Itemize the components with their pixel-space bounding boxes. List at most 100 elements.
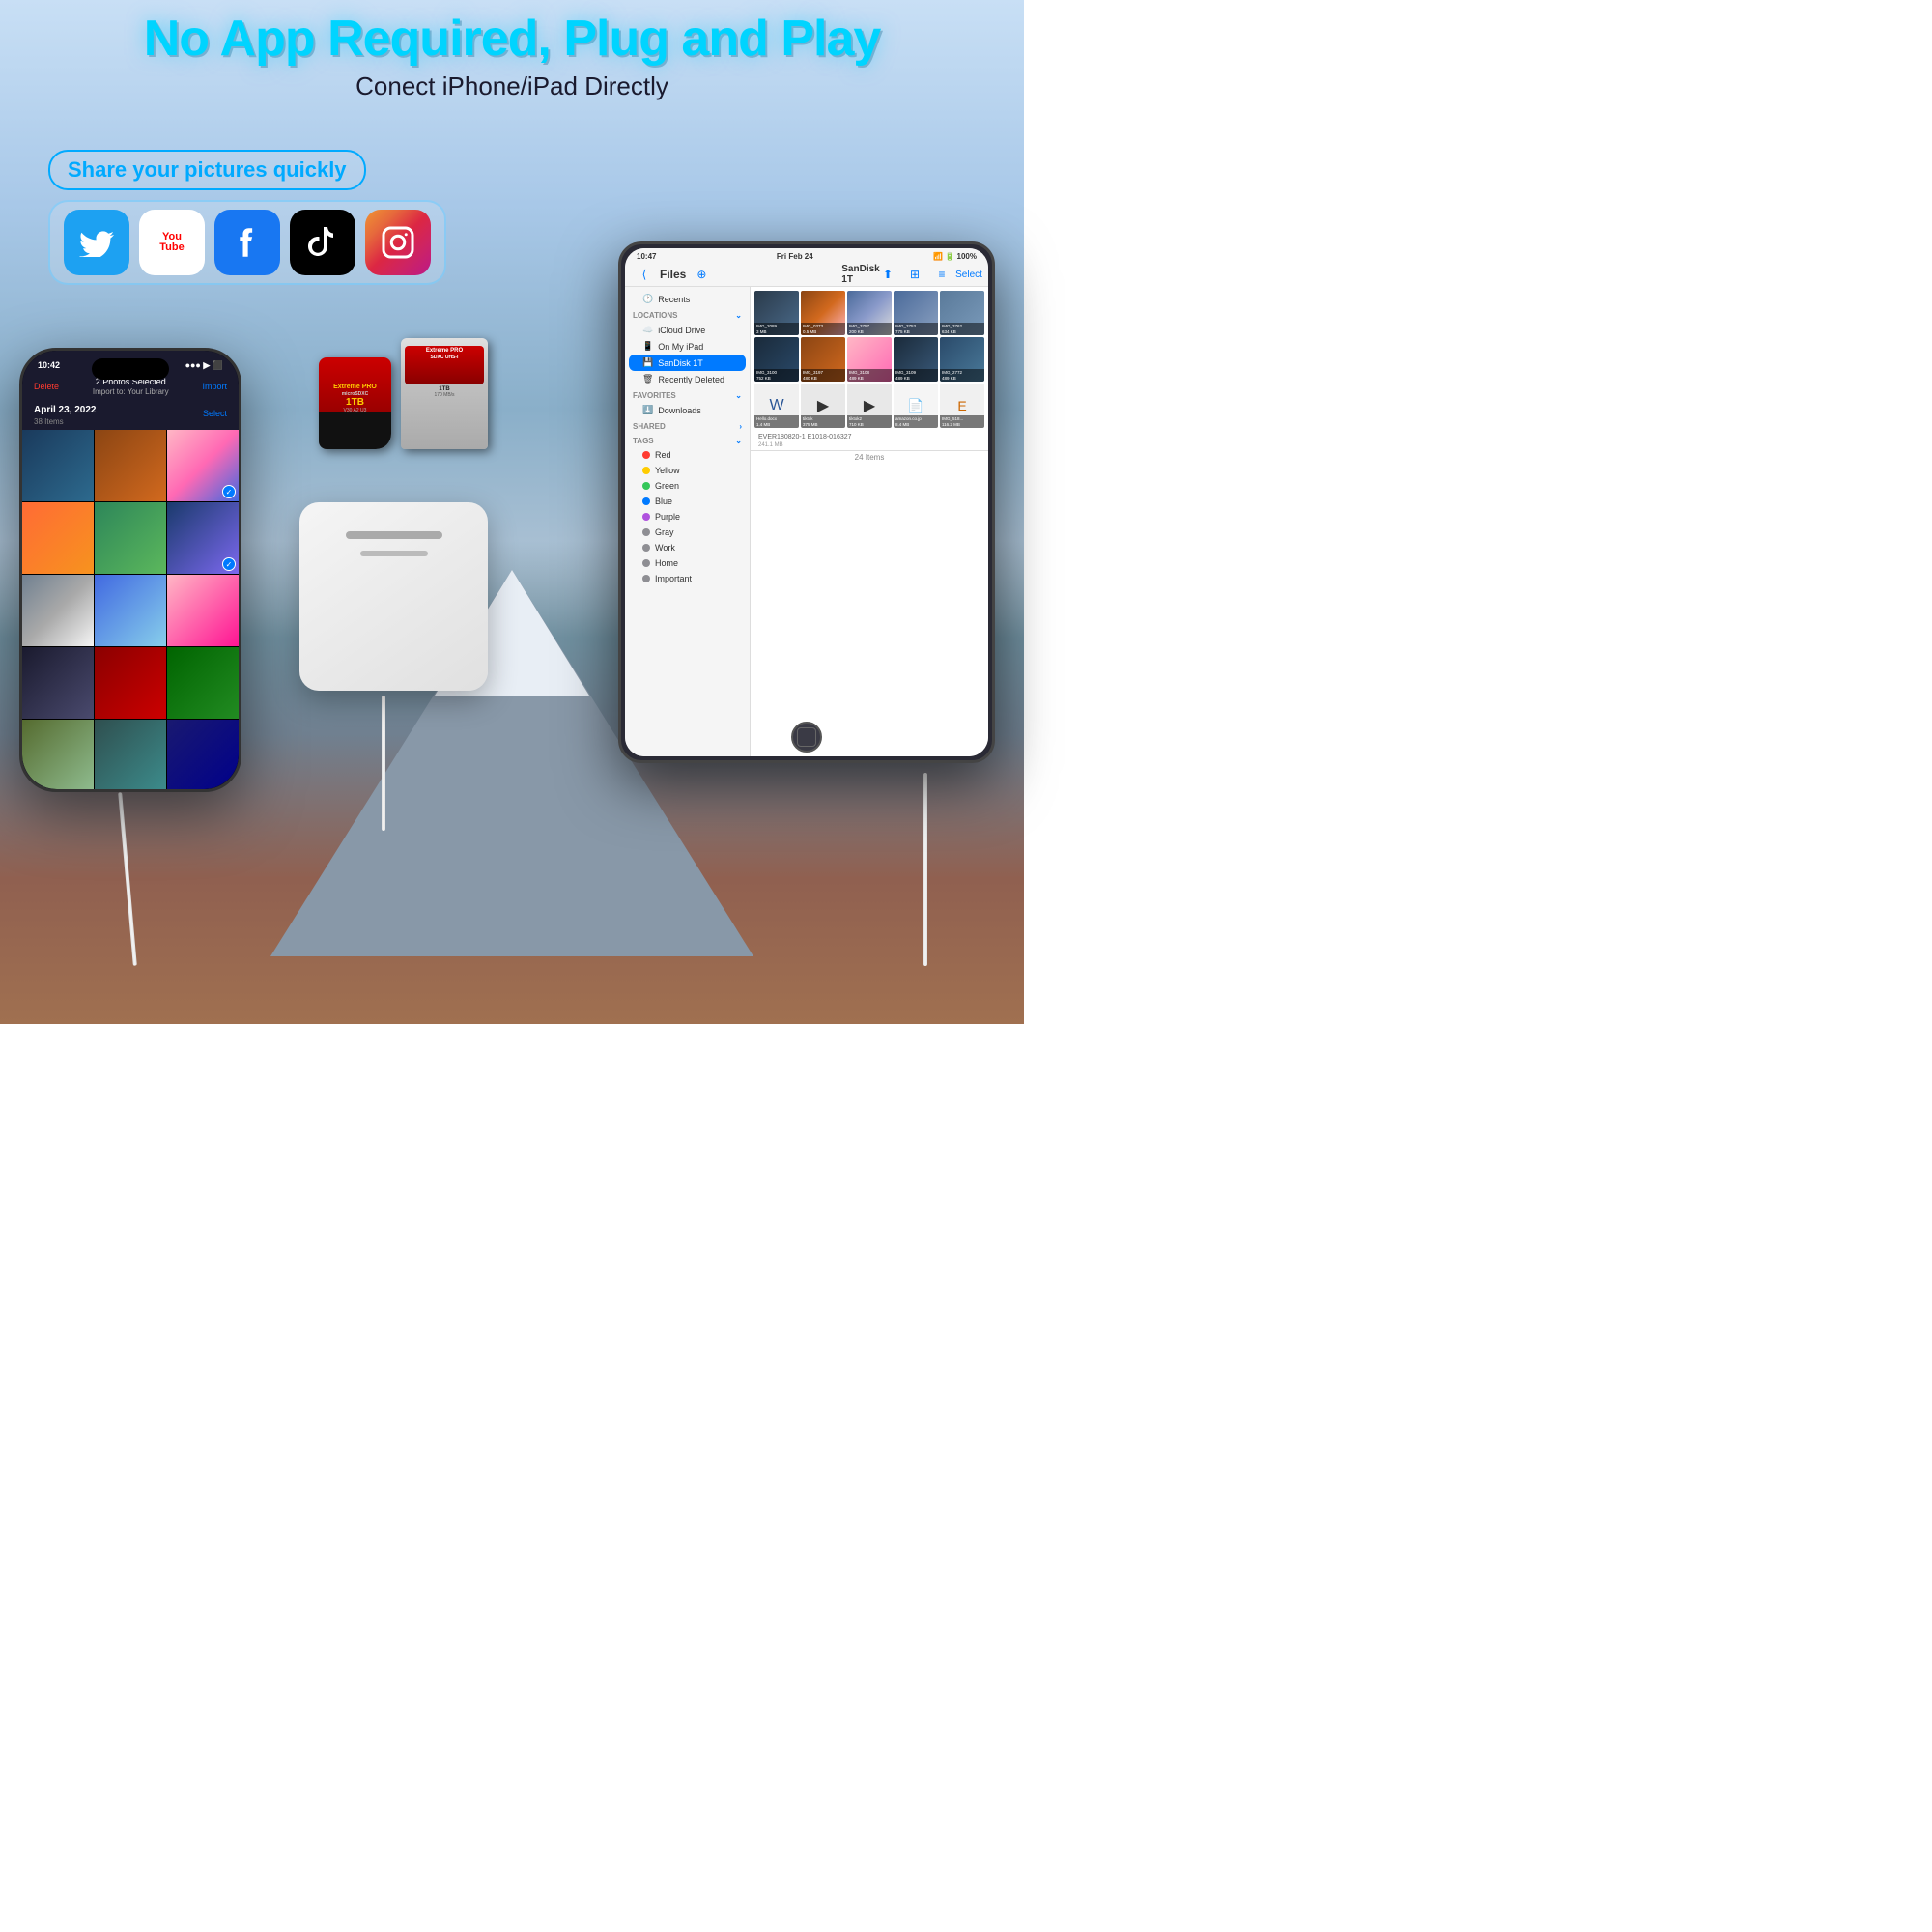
- ipad-home-button[interactable]: [791, 722, 822, 753]
- ipad-photo-9[interactable]: IMG_3109489 KB: [894, 337, 938, 382]
- sd-speed: 170 MB/s: [434, 392, 454, 398]
- ipad-photo-2[interactable]: IMG_03730.5 MB: [801, 291, 845, 335]
- sidebar-section-locations: Locations ⌄: [625, 307, 750, 322]
- sidebar-tag-work[interactable]: Work: [629, 540, 746, 555]
- photo-cell-5[interactable]: [95, 502, 166, 574]
- sd-card-label: Extreme PRO SDXC UHS-I: [405, 346, 484, 362]
- ipad-nav-title: Files: [660, 268, 686, 281]
- import-button[interactable]: Import: [202, 382, 227, 391]
- sidebar-tag-yellow[interactable]: Yellow: [629, 463, 746, 478]
- ever-file-label: EVER180820-1 E1018-016327: [754, 432, 984, 442]
- ipad-screen: 10:47 Fri Feb 24 📶 🔋 100% ⟨ Files ⊕ SanD…: [625, 248, 988, 756]
- ipad-sidebar: 🕐 Recents Locations ⌄ ☁️ iCloud Drive 📱: [625, 287, 751, 756]
- micro-sd-card: Extreme PRO microSDXC 1TB V30 A2 U3: [319, 357, 391, 449]
- sidebar-item-downloads[interactable]: ⬇️ Downloads: [629, 402, 746, 418]
- photo-cell-1[interactable]: [22, 430, 94, 501]
- ipad-file-3[interactable]: ▶ tiktok2710 KB: [847, 384, 892, 428]
- sidebar-tag-important[interactable]: Important: [629, 571, 746, 586]
- ipad-folder-title: SanDisk 1T: [851, 265, 870, 284]
- reader-slot-micro: [346, 531, 442, 539]
- ipad-photo-5[interactable]: IMG_3762634 KB: [940, 291, 984, 335]
- ipad-sort-icon[interactable]: ≡: [932, 265, 952, 284]
- ipad-share-icon[interactable]: ⬆: [878, 265, 897, 284]
- photo-cell-3[interactable]: ✓: [167, 430, 239, 501]
- photo-cell-12[interactable]: [167, 647, 239, 719]
- ipad-file-2[interactable]: ▶ tiktok375 MB: [801, 384, 845, 428]
- photo-cell-10[interactable]: [22, 647, 94, 719]
- sidebar-tag-home[interactable]: Home: [629, 555, 746, 571]
- phone-signal: ●●● ▶ ⬛: [185, 360, 223, 371]
- instagram-icon[interactable]: [365, 210, 431, 275]
- photo-cell-4[interactable]: [22, 502, 94, 574]
- micro-sd-spec: V30 A2 U3: [344, 408, 367, 413]
- sidebar-item-icloud[interactable]: ☁️ iCloud Drive: [629, 322, 746, 338]
- ipad-file-details-row: EVER180820-1 E1018-016327 241.1 MB: [751, 432, 988, 450]
- tiktok-icon[interactable]: [290, 210, 355, 275]
- sidebar-tag-red[interactable]: Red: [629, 447, 746, 463]
- sd-card: Extreme PRO SDXC UHS-I 1TB 170 MB/s: [401, 338, 488, 449]
- youtube-icon[interactable]: YouTube: [139, 210, 205, 275]
- photo-cell-11[interactable]: [95, 647, 166, 719]
- ipad-photo-7[interactable]: IMG_3197480 KB: [801, 337, 845, 382]
- twitter-icon[interactable]: [64, 210, 129, 275]
- ipad-content: 🕐 Recents Locations ⌄ ☁️ iCloud Drive 📱: [625, 287, 988, 756]
- cable-ipad: [923, 773, 927, 966]
- ipad-photo-6[interactable]: IMG_3100752 KB: [754, 337, 799, 382]
- ipad-photo-4[interactable]: IMG_3753775 KB: [894, 291, 938, 335]
- phone-mockup: 10:42 ●●● ▶ ⬛ Delete 2 Photos Selected I…: [19, 348, 242, 792]
- photo-cell-15[interactable]: [167, 720, 239, 789]
- sidebar-tag-gray[interactable]: Gray: [629, 525, 746, 540]
- sidebar-tag-green[interactable]: Green: [629, 478, 746, 494]
- photo-cell-13[interactable]: [22, 720, 94, 789]
- ipad-photo-grid: IMG_20893 MB IMG_03730.5 MB IMG_3757200 …: [751, 287, 988, 432]
- ipad-main-content: IMG_20893 MB IMG_03730.5 MB IMG_3757200 …: [751, 287, 988, 756]
- phone-notch: [92, 358, 169, 380]
- ipad-file-5[interactable]: E IMG_518...116.2 MB: [940, 384, 984, 428]
- sidebar-tag-blue[interactable]: Blue: [629, 494, 746, 509]
- sidebar-item-recently-deleted[interactable]: 🗑 Recently Deleted: [629, 371, 746, 387]
- ipad-date: Fri Feb 24: [777, 252, 813, 261]
- photo-cell-9[interactable]: [167, 575, 239, 646]
- sidebar-item-sandisk[interactable]: 💾 SanDisk 1T: [629, 355, 746, 371]
- ipad-file-4[interactable]: 📄 amazon.co.jp8.4 MB: [894, 384, 938, 428]
- sidebar-item-recents[interactable]: 🕐 Recents: [629, 291, 746, 307]
- phone-time: 10:42: [38, 360, 60, 371]
- photo-cell-6[interactable]: ✓: [167, 502, 239, 574]
- ipad-grid-icon[interactable]: ⊞: [905, 265, 924, 284]
- sidebar-section-shared: Shared ›: [625, 418, 750, 433]
- import-destination: Import to: Your Library: [93, 387, 169, 397]
- photo-cell-8[interactable]: [95, 575, 166, 646]
- ipad-add-icon[interactable]: ⊕: [692, 265, 711, 284]
- ipad-device: 10:47 Fri Feb 24 📶 🔋 100% ⟨ Files ⊕ SanD…: [618, 242, 995, 763]
- ever-file-date: 241.1 MB: [754, 442, 984, 448]
- sidebar-tag-purple[interactable]: Purple: [629, 509, 746, 525]
- ipad-photo-10[interactable]: IMG_2772489 KB: [940, 337, 984, 382]
- card-reader-body: [299, 502, 488, 691]
- ipad-mockup: 10:47 Fri Feb 24 📶 🔋 100% ⟨ Files ⊕ SanD…: [618, 242, 995, 763]
- ipad-time: 10:47: [637, 252, 656, 261]
- phone-photo-grid: ✓ ✓: [22, 430, 239, 789]
- ipad-count-bar: 24 Items: [751, 450, 988, 464]
- header-section: No App Required, Plug and Play Conect iP…: [0, 10, 1024, 101]
- ipad-nav-bar: ⟨ Files ⊕ SanDisk 1T ⬆ ⊞ ≡ Select: [625, 263, 988, 287]
- ipad-back-icon[interactable]: ⟨: [635, 265, 654, 284]
- ipad-photo-3[interactable]: IMG_3757200 KB: [847, 291, 892, 335]
- ipad-battery: 📶 🔋 100%: [933, 252, 977, 261]
- photo-cell-7[interactable]: [22, 575, 94, 646]
- photo-cell-2[interactable]: [95, 430, 166, 501]
- reader-slot-sd: [360, 551, 428, 556]
- ipad-file-1[interactable]: W Hello.docx1.4 MB: [754, 384, 799, 428]
- facebook-icon[interactable]: [214, 210, 280, 275]
- select-button[interactable]: Select: [203, 409, 227, 418]
- micro-sd-label: Extreme PRO microSDXC: [333, 384, 377, 397]
- micro-sd-capacity: 1TB: [346, 397, 364, 408]
- ipad-photo-1[interactable]: IMG_20893 MB: [754, 291, 799, 335]
- photo-cell-14[interactable]: [95, 720, 166, 789]
- ipad-select-button[interactable]: Select: [959, 265, 979, 284]
- phone-sub-header: April 23, 2022 38 Items Select: [22, 400, 239, 430]
- card-reader: [299, 502, 488, 691]
- photo-date: April 23, 2022: [34, 405, 96, 415]
- ipad-photo-8[interactable]: IMG_3108489 KB: [847, 337, 892, 382]
- sidebar-item-on-my-ipad[interactable]: 📱 On My iPad: [629, 338, 746, 355]
- delete-button[interactable]: Delete: [34, 382, 59, 391]
